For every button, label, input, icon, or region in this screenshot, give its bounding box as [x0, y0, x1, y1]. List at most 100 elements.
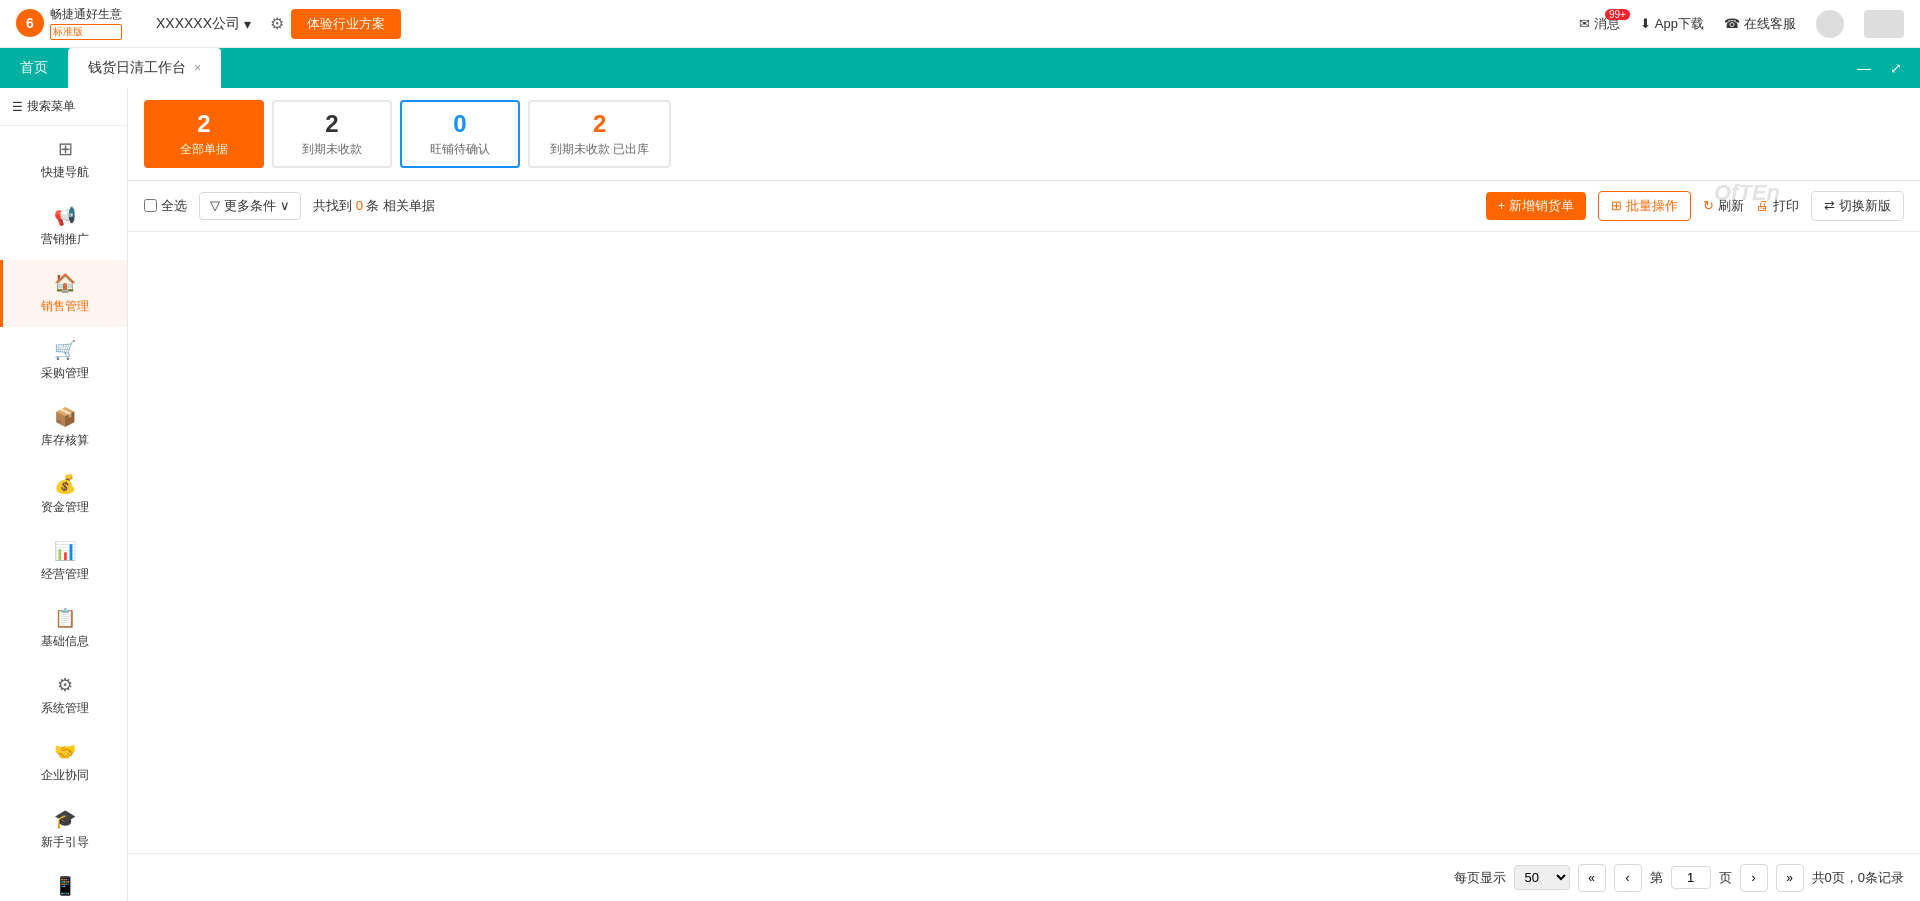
online-service-label: 在线客服 — [1744, 15, 1796, 33]
inventory-icon: 📦 — [54, 406, 76, 428]
logo-area: 6 畅捷通好生意 标准版 — [16, 7, 144, 39]
toolbar-left: 全选 ▽ 更多条件 ∨ 共找到 0 条 相关单据 — [144, 192, 1474, 220]
app-download-button[interactable]: ⬇ App下载 — [1640, 15, 1704, 33]
sidebar-label-guide: 新手引导 — [41, 834, 89, 851]
search-menu-button[interactable]: ☰ 搜索菜单 — [0, 88, 127, 126]
system-icon: ⚙ — [57, 674, 73, 696]
headset-icon: ☎ — [1724, 16, 1740, 31]
sidebar-item-marketing[interactable]: 📢 营销推广 — [0, 193, 127, 260]
table-area — [128, 232, 1920, 853]
stat-num-all: 2 — [166, 110, 242, 139]
expand-button[interactable]: ⤢ — [1884, 56, 1908, 80]
prev-page-button[interactable]: ‹ — [1614, 864, 1642, 892]
next-page-button[interactable]: › — [1740, 864, 1768, 892]
header-center: 体验行业方案 — [291, 9, 1579, 39]
sidebar-item-system[interactable]: ⚙ 系统管理 — [0, 662, 127, 729]
print-label: 打印 — [1773, 197, 1799, 215]
sidebar-label-inventory: 库存核算 — [41, 432, 89, 449]
sidebar-label-collab: 企业协同 — [41, 767, 89, 784]
sidebar-label-sales: 销售管理 — [41, 298, 89, 315]
settings-button[interactable]: ⚙ — [263, 10, 291, 38]
quick-nav-icon: ⊞ — [58, 138, 73, 160]
online-service-button[interactable]: ☎ 在线客服 — [1724, 15, 1796, 33]
app-download-label: App下载 — [1655, 15, 1704, 33]
refresh-button[interactable]: ↻ 刷新 — [1703, 197, 1744, 215]
avatar[interactable] — [1816, 10, 1844, 38]
print-button[interactable]: 🖨 打印 — [1756, 197, 1799, 215]
batch-icon: ⊞ — [1611, 198, 1622, 213]
add-order-button[interactable]: + 新增销货单 — [1486, 192, 1586, 220]
minimize-button[interactable]: — — [1852, 56, 1876, 80]
sidebar-item-quick-nav[interactable]: ⊞ 快捷导航 — [0, 126, 127, 193]
stat-card-wangpu[interactable]: 0 旺铺待确认 — [400, 100, 520, 168]
logo-tag: 标准版 — [50, 24, 122, 40]
stat-label-overdue-shipped: 到期未收款 已出库 — [550, 141, 649, 158]
pagination: 每页显示 50 10 20 100 « ‹ 第 页 › » 共0页，0条记录 — [128, 853, 1920, 901]
select-all-label: 全选 — [161, 197, 187, 215]
switch-label: 切换新版 — [1839, 197, 1891, 215]
first-page-button[interactable]: « — [1578, 864, 1606, 892]
header-right: ✉ 消息 99+ ⬇ App下载 ☎ 在线客服 — [1579, 10, 1904, 38]
page-input[interactable] — [1671, 866, 1711, 889]
filter-icon: ▽ — [210, 198, 220, 213]
print-icon: 🖨 — [1756, 198, 1769, 213]
sidebar-item-finance[interactable]: 💰 资金管理 — [0, 461, 127, 528]
tab-home[interactable]: 首页 — [0, 48, 68, 88]
select-all-input[interactable] — [144, 199, 157, 212]
sales-icon: 🏠 — [54, 272, 76, 294]
sidebar-label-ops: 经营管理 — [41, 566, 89, 583]
sidebar-label-base: 基础信息 — [41, 633, 89, 650]
switch-icon: ⇄ — [1824, 198, 1835, 213]
message-badge: 99+ — [1605, 9, 1630, 20]
ops-icon: 📊 — [54, 540, 76, 562]
message-button[interactable]: ✉ 消息 99+ — [1579, 15, 1620, 33]
filter-label: 更多条件 — [224, 197, 276, 215]
sidebar-label-finance: 资金管理 — [41, 499, 89, 516]
search-menu-label: 搜索菜单 — [27, 98, 75, 115]
logo-text: 畅捷通好生意 — [50, 7, 122, 21]
sidebar-label-system: 系统管理 — [41, 700, 89, 717]
sidebar-label-quick-nav: 快捷导航 — [41, 164, 89, 181]
count-prefix: 共找到 — [313, 198, 352, 213]
sidebar-item-base[interactable]: 📋 基础信息 — [0, 595, 127, 662]
stat-card-overdue-shipped[interactable]: 2 到期未收款 已出库 — [528, 100, 671, 168]
batch-button[interactable]: ⊞ 批量操作 — [1598, 191, 1691, 221]
base-icon: 📋 — [54, 607, 76, 629]
count-value: 0 — [356, 198, 363, 213]
toolbar-right: + 新增销货单 ⊞ 批量操作 ↻ 刷新 🖨 打印 ⇄ 切换新版 — [1486, 191, 1904, 221]
tab-daily-work[interactable]: 钱货日清工作台 × — [68, 48, 221, 88]
sidebar-item-purchase[interactable]: 🛒 采购管理 — [0, 327, 127, 394]
chevron-down-icon: ▾ — [244, 16, 251, 32]
nav-tabs: 首页 钱货日清工作台 × — ⤢ — [0, 48, 1920, 88]
stat-card-all[interactable]: 2 全部单据 — [144, 100, 264, 168]
sidebar-item-collab[interactable]: 🤝 企业协同 — [0, 729, 127, 796]
sidebar-item-guide[interactable]: 🎓 新手引导 — [0, 796, 127, 863]
sidebar-item-inventory[interactable]: 📦 库存核算 — [0, 394, 127, 461]
count-unit: 条 — [366, 198, 379, 213]
company-selector[interactable]: XXXXXX公司 ▾ — [144, 15, 263, 33]
stat-label-wangpu: 旺铺待确认 — [422, 141, 498, 158]
select-all-checkbox[interactable]: 全选 — [144, 197, 187, 215]
stat-num-overdue-shipped: 2 — [550, 110, 649, 139]
page-size-label: 每页显示 — [1454, 869, 1506, 887]
filter-button[interactable]: ▽ 更多条件 ∨ — [199, 192, 301, 220]
refresh-icon: ↻ — [1703, 198, 1714, 213]
purchase-icon: 🛒 — [54, 339, 76, 361]
stat-card-overdue[interactable]: 2 到期未收款 — [272, 100, 392, 168]
page-size-select[interactable]: 50 10 20 100 — [1514, 865, 1570, 890]
experience-button[interactable]: 体验行业方案 — [291, 9, 401, 39]
sidebar-item-app-center[interactable]: 📱 应用中心 — [0, 863, 127, 901]
stat-num-overdue: 2 — [294, 110, 370, 139]
last-page-button[interactable]: » — [1776, 864, 1804, 892]
app-download-icon: ⬇ — [1640, 16, 1651, 31]
search-icon: ☰ — [12, 100, 23, 114]
stat-label-overdue: 到期未收款 — [294, 141, 370, 158]
message-icon: ✉ — [1579, 16, 1590, 31]
content-area: 2 全部单据 2 到期未收款 0 旺铺待确认 2 到期未收款 已出库 全选 — [128, 88, 1920, 901]
collab-icon: 🤝 — [54, 741, 76, 763]
chevron-filter-icon: ∨ — [280, 198, 290, 213]
sidebar-item-ops[interactable]: 📊 经营管理 — [0, 528, 127, 595]
switch-version-button[interactable]: ⇄ 切换新版 — [1811, 191, 1904, 221]
sidebar-item-sales[interactable]: 🏠 销售管理 — [0, 260, 127, 327]
tab-close-icon[interactable]: × — [194, 61, 201, 75]
